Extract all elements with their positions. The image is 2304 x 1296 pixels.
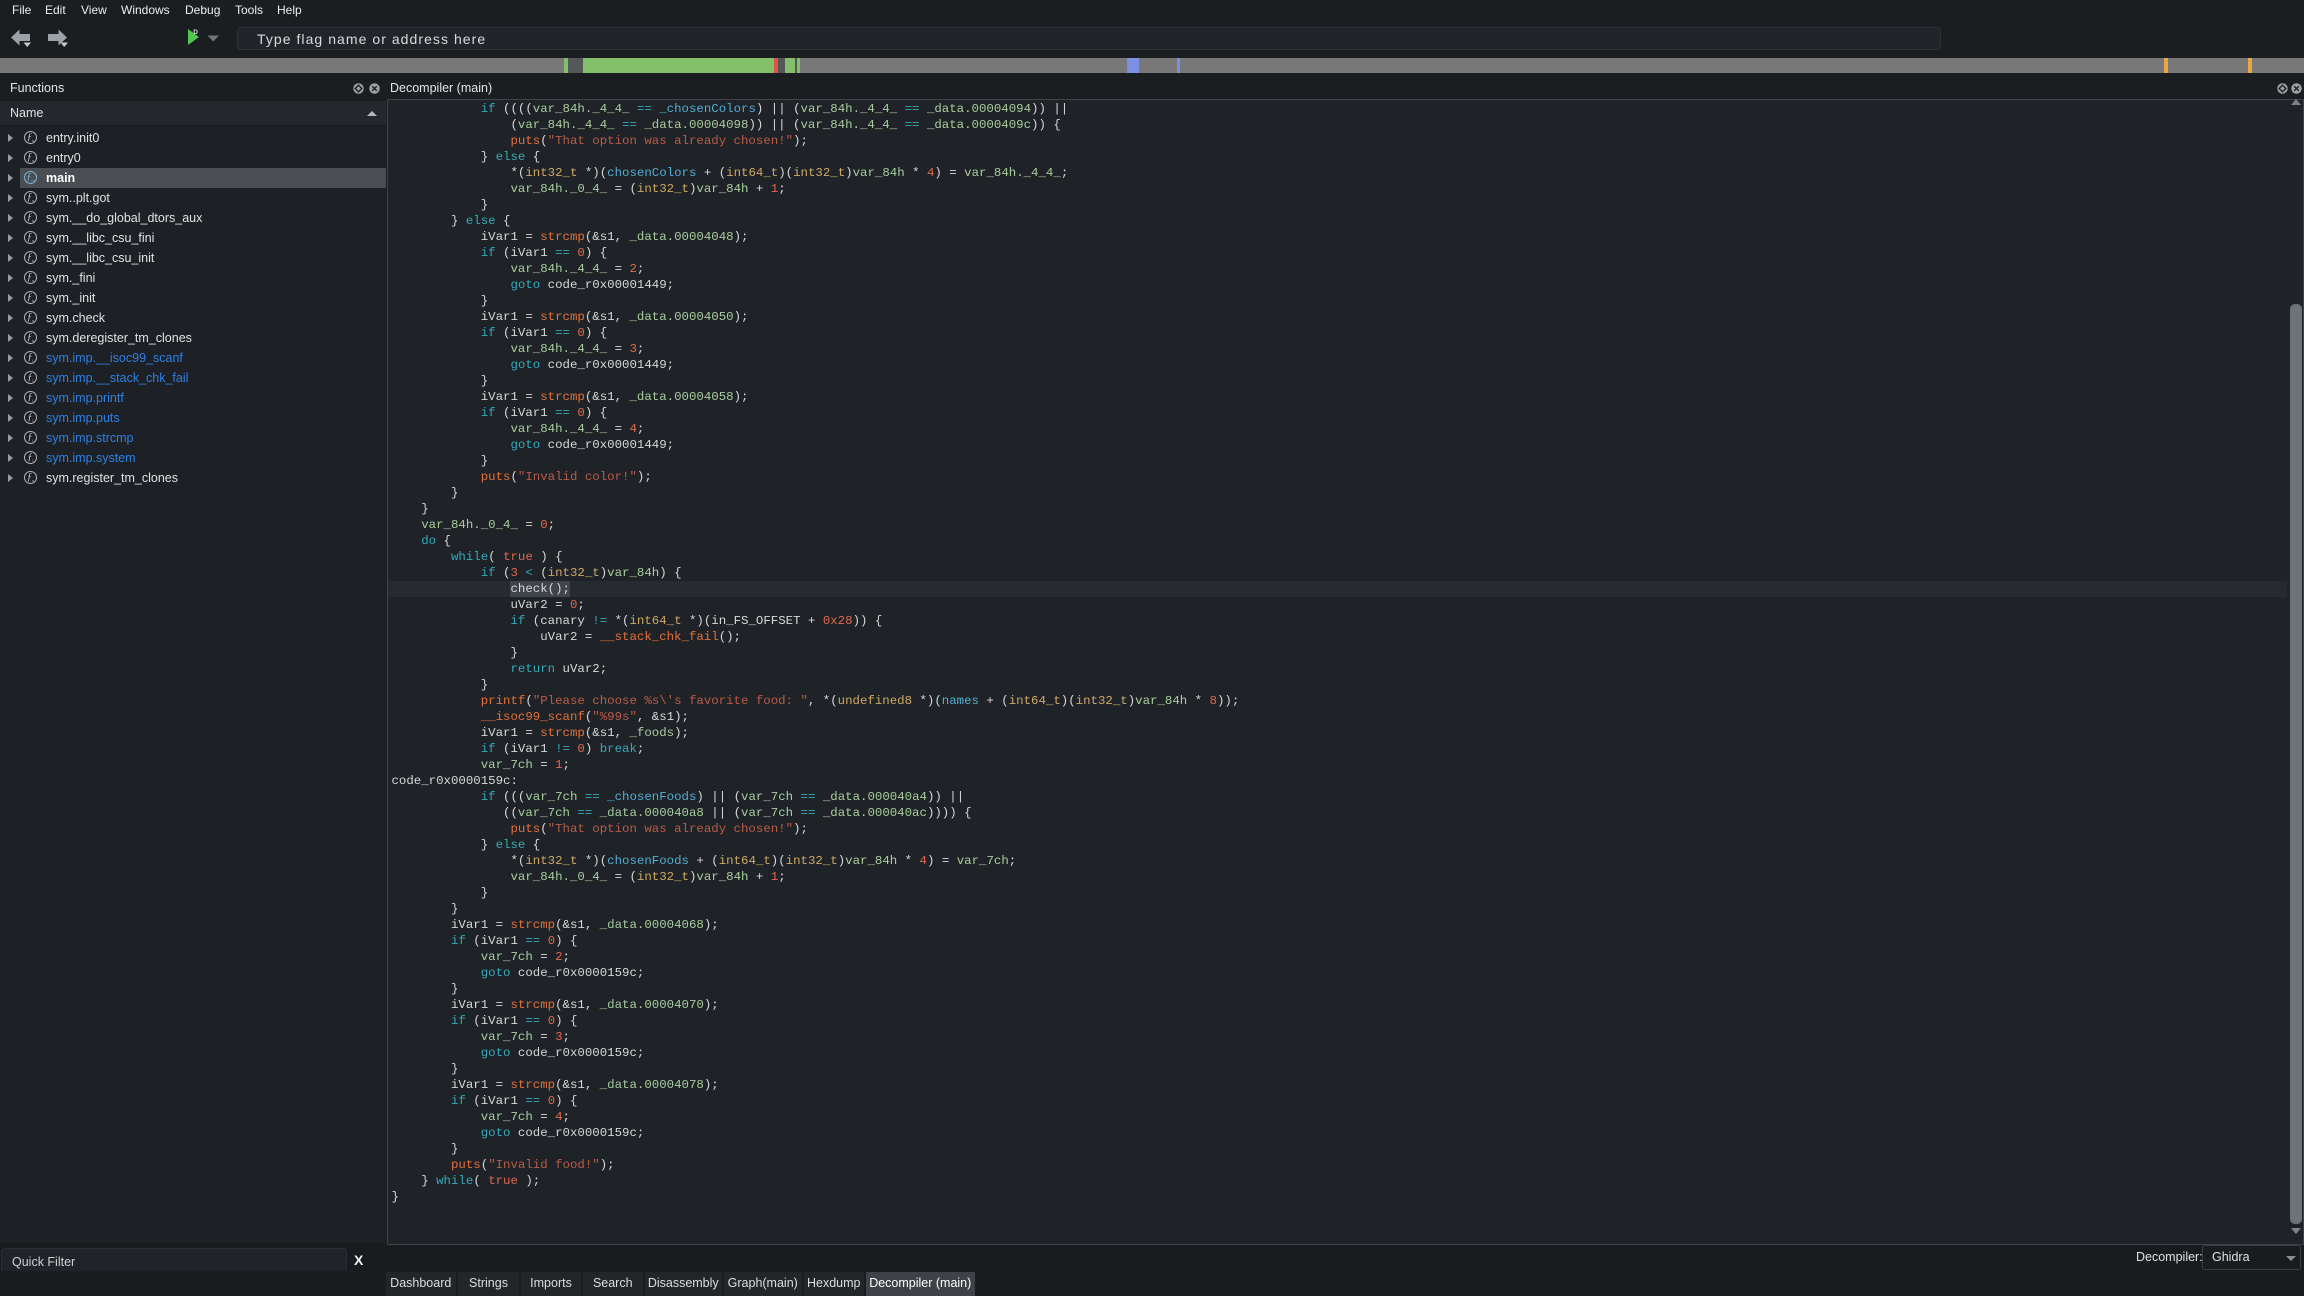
svg-text:D: D [193, 29, 198, 36]
